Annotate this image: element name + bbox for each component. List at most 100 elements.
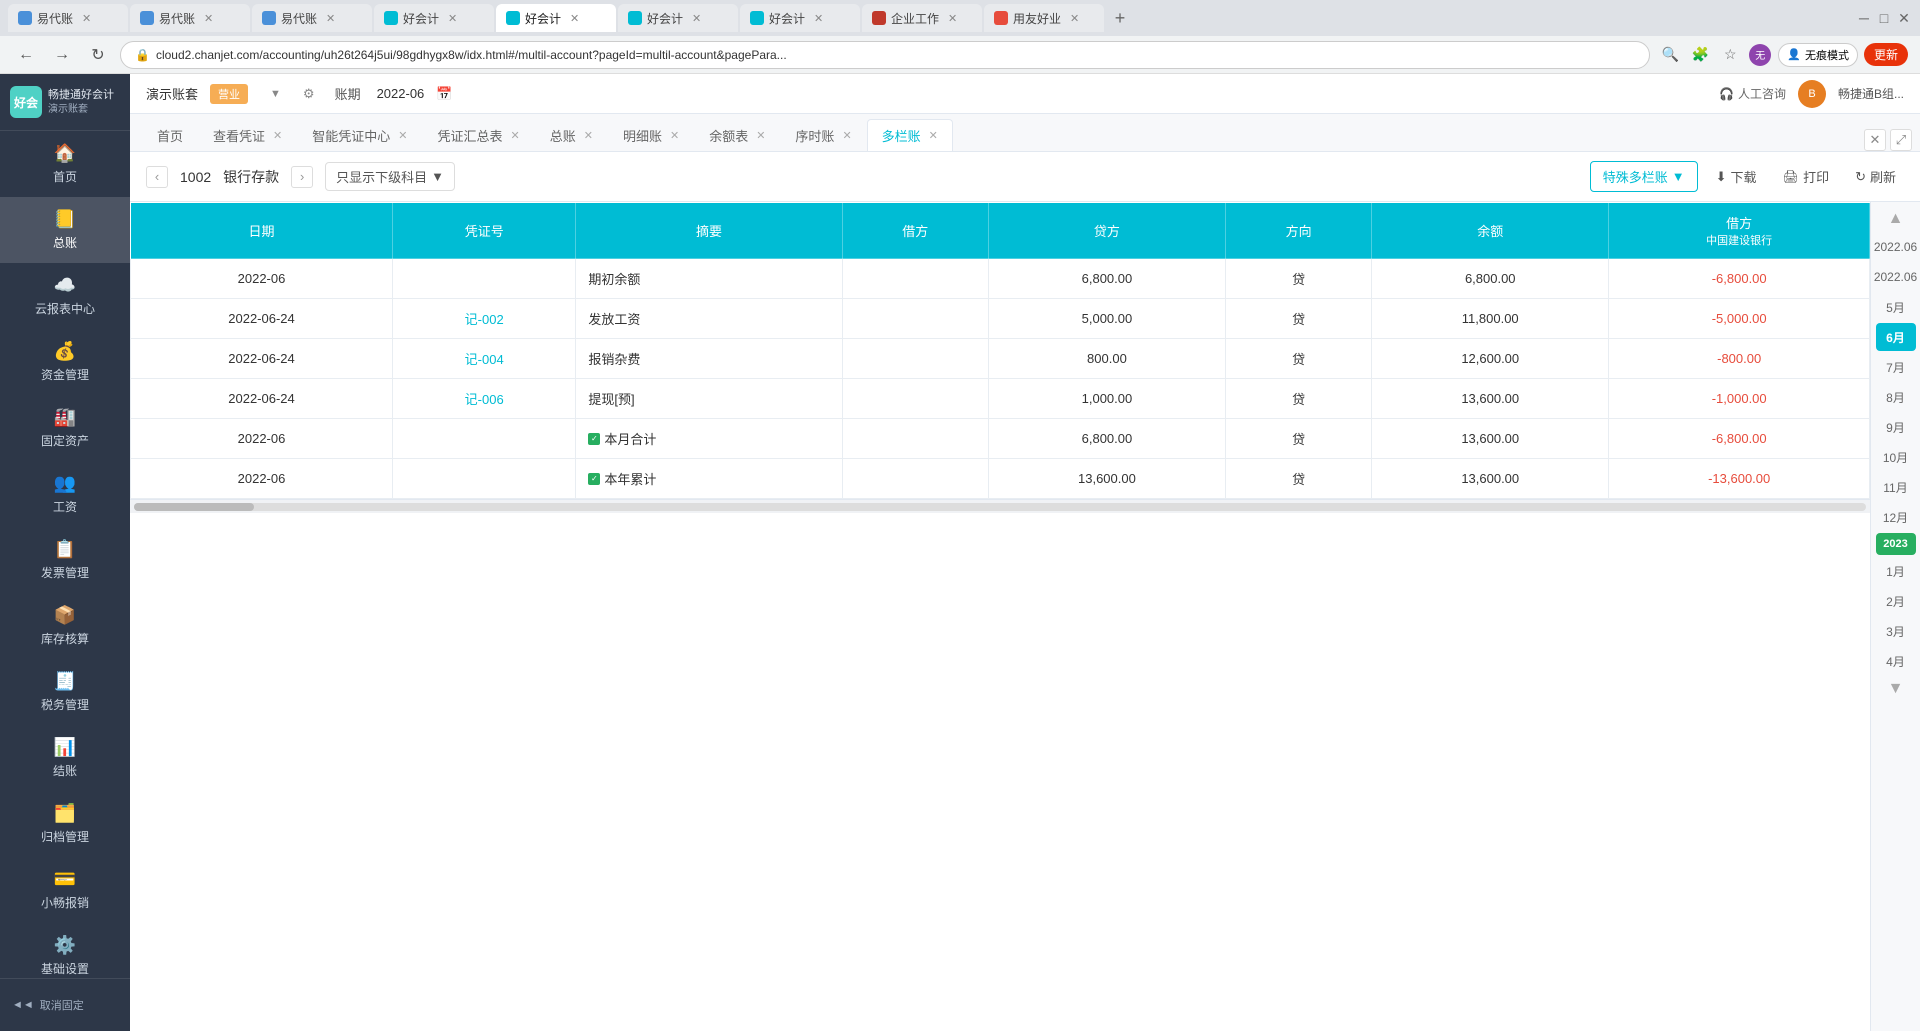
tab-close-journal[interactable]: ✕ bbox=[842, 129, 851, 142]
consult-button[interactable]: 🎧 人工咨询 bbox=[1719, 85, 1786, 102]
special-ledger-button[interactable]: 特殊多栏账 ▼ bbox=[1590, 161, 1698, 192]
search-icon[interactable]: 🔍 bbox=[1658, 43, 1682, 67]
stealth-mode-button[interactable]: 👤 无痕模式 bbox=[1778, 43, 1858, 67]
tab-close-summary[interactable]: ✕ bbox=[511, 129, 520, 142]
tab-close-1[interactable]: ✕ bbox=[82, 12, 91, 25]
sidebar-item-cloud-report[interactable]: ☁️ 云报表中心 bbox=[0, 263, 130, 329]
tab-close-5[interactable]: ✕ bbox=[570, 12, 579, 25]
browser-tab-1[interactable]: 易代账 ✕ bbox=[8, 4, 128, 32]
month-nav-up[interactable]: ▲ bbox=[1884, 206, 1908, 232]
download-button[interactable]: ⬇ 下载 bbox=[1708, 162, 1765, 191]
refresh-nav-button[interactable]: ↻ bbox=[84, 41, 112, 69]
browser-tab-2[interactable]: 易代账 ✕ bbox=[130, 4, 250, 32]
month-2023-1[interactable]: 1月 bbox=[1876, 557, 1916, 585]
tab-close-8[interactable]: ✕ bbox=[948, 12, 957, 25]
sidebar-item-archive[interactable]: 🗂️ 归档管理 bbox=[0, 791, 130, 857]
tab-close-voucher[interactable]: ✕ bbox=[273, 129, 282, 142]
month-11[interactable]: 11月 bbox=[1876, 473, 1916, 501]
prev-account-button[interactable]: ‹ bbox=[146, 166, 168, 188]
month-10[interactable]: 10月 bbox=[1876, 443, 1916, 471]
tab-balance[interactable]: 余额表 ✕ bbox=[694, 119, 780, 151]
month-2022-06-2[interactable]: 2022.06 bbox=[1876, 263, 1916, 291]
sidebar-item-tax[interactable]: 🧾 税务管理 bbox=[0, 659, 130, 725]
month-7[interactable]: 7月 bbox=[1876, 353, 1916, 381]
tab-journal[interactable]: 序时账 ✕ bbox=[780, 119, 866, 151]
tab-voucher-summary[interactable]: 凭证汇总表 ✕ bbox=[422, 119, 534, 151]
print-button[interactable]: 🖨 打印 bbox=[1775, 162, 1838, 191]
extension-icon[interactable]: 🧩 bbox=[1688, 43, 1712, 67]
sidebar-item-ledger[interactable]: 📒 总账 bbox=[0, 197, 130, 263]
profile-icon[interactable]: 无 bbox=[1748, 43, 1772, 67]
tab-multi-ledger[interactable]: 多栏账 ✕ bbox=[867, 119, 953, 151]
month-2023-2[interactable]: 2月 bbox=[1876, 587, 1916, 615]
bookmark-icon[interactable]: ☆ bbox=[1718, 43, 1742, 67]
update-button[interactable]: 更新 bbox=[1864, 43, 1908, 66]
sidebar-item-inventory[interactable]: 📦 库存核算 bbox=[0, 593, 130, 659]
forward-button[interactable]: → bbox=[48, 41, 76, 69]
tab-detail-ledger[interactable]: 明细账 ✕ bbox=[608, 119, 694, 151]
scroll-thumb[interactable] bbox=[134, 503, 254, 511]
tab-close-balance[interactable]: ✕ bbox=[756, 129, 765, 142]
tab-close-7[interactable]: ✕ bbox=[814, 12, 823, 25]
tab-voucher[interactable]: 查看凭证 ✕ bbox=[198, 119, 297, 151]
browser-chrome: 易代账 ✕ 易代账 ✕ 易代账 ✕ 好会计 ✕ 好会计 ✕ 好会计 ✕ 好会计 … bbox=[0, 0, 1920, 36]
sidebar-item-invoice[interactable]: 📋 发票管理 bbox=[0, 527, 130, 593]
close-window-button[interactable]: ✕ bbox=[1896, 10, 1912, 26]
tab-general-ledger[interactable]: 总账 ✕ bbox=[535, 119, 608, 151]
sidebar-item-settings[interactable]: ⚙️ 基础设置 bbox=[0, 923, 130, 978]
sidebar-item-expense[interactable]: 💳 小畅报销 bbox=[0, 857, 130, 923]
month-2023-4[interactable]: 4月 bbox=[1876, 647, 1916, 675]
month-2023-3[interactable]: 3月 bbox=[1876, 617, 1916, 645]
tab-close-9[interactable]: ✕ bbox=[1070, 12, 1079, 25]
url-bar[interactable]: 🔒 cloud2.chanjet.com/accounting/uh26t264… bbox=[120, 41, 1650, 69]
tab-close-smart[interactable]: ✕ bbox=[398, 129, 407, 142]
month-2022-06-top[interactable]: 2022.06 bbox=[1876, 233, 1916, 261]
user-avatar[interactable]: B bbox=[1798, 80, 1826, 108]
voucher-link[interactable]: 记-002 bbox=[465, 312, 504, 327]
month-6[interactable]: 6月 bbox=[1876, 323, 1916, 351]
settings-gear-icon[interactable]: ⚙ bbox=[303, 86, 315, 102]
voucher-link[interactable]: 记-006 bbox=[465, 392, 504, 407]
browser-tab-5[interactable]: 好会计 ✕ bbox=[496, 4, 616, 32]
sidebar-item-closing[interactable]: 📊 结账 bbox=[0, 725, 130, 791]
browser-tab-9[interactable]: 用友好业 ✕ bbox=[984, 4, 1104, 32]
minimize-button[interactable]: ─ bbox=[1856, 10, 1872, 26]
refresh-button[interactable]: ↻ 刷新 bbox=[1847, 162, 1904, 191]
maximize-button[interactable]: □ bbox=[1876, 10, 1892, 26]
new-tab-button[interactable]: + bbox=[1106, 4, 1134, 32]
tab-close-detail[interactable]: ✕ bbox=[670, 129, 679, 142]
month-5[interactable]: 5月 bbox=[1876, 293, 1916, 321]
browser-tab-4[interactable]: 好会计 ✕ bbox=[374, 4, 494, 32]
cell-credit: 13,600.00 bbox=[988, 459, 1225, 499]
calendar-icon[interactable]: 📅 bbox=[436, 86, 452, 102]
tab-close-6[interactable]: ✕ bbox=[692, 12, 701, 25]
next-account-button[interactable]: › bbox=[291, 166, 313, 188]
month-9[interactable]: 9月 bbox=[1876, 413, 1916, 441]
back-button[interactable]: ← bbox=[12, 41, 40, 69]
tab-close-2[interactable]: ✕ bbox=[204, 12, 213, 25]
month-8[interactable]: 8月 bbox=[1876, 383, 1916, 411]
browser-tab-3[interactable]: 易代账 ✕ bbox=[252, 4, 372, 32]
tab-home[interactable]: 首页 bbox=[142, 119, 198, 151]
tab-close-4[interactable]: ✕ bbox=[448, 12, 457, 25]
tab-close-multi[interactable]: ✕ bbox=[929, 129, 938, 142]
tab-smart-voucher[interactable]: 智能凭证中心 ✕ bbox=[297, 119, 422, 151]
browser-tab-8[interactable]: 企业工作 ✕ bbox=[862, 4, 982, 32]
browser-tab-7[interactable]: 好会计 ✕ bbox=[740, 4, 860, 32]
tab-expand-button[interactable]: ⤢ bbox=[1890, 129, 1912, 151]
tab-close-general[interactable]: ✕ bbox=[584, 129, 593, 142]
sidebar-item-home[interactable]: 🏠 首页 bbox=[0, 131, 130, 197]
filter-dropdown[interactable]: 只显示下级科目 ▼ bbox=[325, 162, 455, 191]
sidebar-item-salary[interactable]: 👥 工资 bbox=[0, 461, 130, 527]
tab-close-3[interactable]: ✕ bbox=[326, 12, 335, 25]
sidebar-item-fund[interactable]: 💰 资金管理 bbox=[0, 329, 130, 395]
unpin-button[interactable]: ◄◄ 取消固定 bbox=[8, 989, 122, 1021]
browser-tab-6[interactable]: 好会计 ✕ bbox=[618, 4, 738, 32]
sidebar-item-fixed-assets[interactable]: 🏭 固定资产 bbox=[0, 395, 130, 461]
tab-list-close-button[interactable]: ✕ bbox=[1864, 129, 1886, 151]
horizontal-scrollbar[interactable] bbox=[130, 499, 1870, 513]
account-type-dropdown[interactable]: ▼ bbox=[260, 84, 291, 104]
voucher-link[interactable]: 记-004 bbox=[465, 352, 504, 367]
month-nav-down[interactable]: ▼ bbox=[1884, 676, 1908, 702]
month-12[interactable]: 12月 bbox=[1876, 503, 1916, 531]
